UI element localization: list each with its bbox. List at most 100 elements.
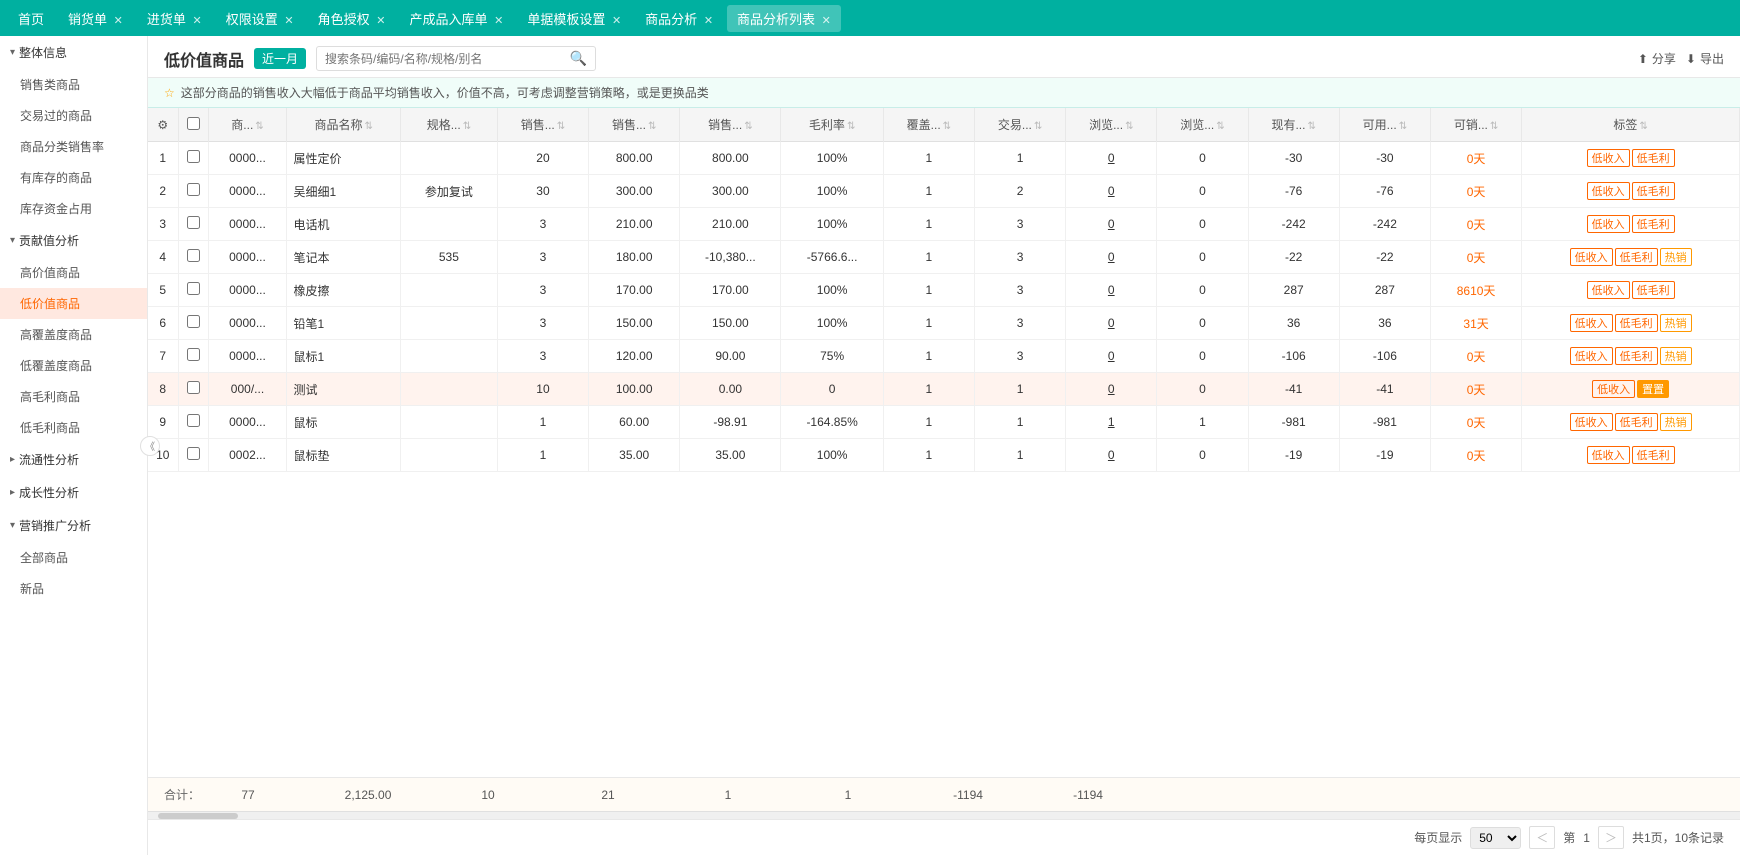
browse-link[interactable]: 0 bbox=[1108, 349, 1115, 363]
nav-warehouse[interactable]: 产成品入库单 ✕ bbox=[399, 5, 513, 32]
nav-close-warehouse[interactable]: ✕ bbox=[494, 15, 503, 27]
cell-browse1[interactable]: 0 bbox=[1066, 142, 1157, 175]
nav-sales[interactable]: 销货单 ✕ bbox=[58, 5, 133, 32]
nav-role[interactable]: 角色授权 ✕ bbox=[308, 5, 396, 32]
cell-checkbox[interactable] bbox=[178, 241, 208, 274]
search-icon[interactable]: 🔍 bbox=[570, 50, 587, 67]
cell-checkbox[interactable] bbox=[178, 142, 208, 175]
row-checkbox[interactable] bbox=[187, 183, 200, 196]
cell-browse1[interactable]: 0 bbox=[1066, 340, 1157, 373]
row-checkbox[interactable] bbox=[187, 216, 200, 229]
sidebar-item-high-margin[interactable]: 高毛利商品 bbox=[0, 381, 147, 412]
row-checkbox[interactable] bbox=[187, 150, 200, 163]
browse-link[interactable]: 0 bbox=[1108, 283, 1115, 297]
browse-link[interactable]: 0 bbox=[1108, 217, 1115, 231]
cell-browse1[interactable]: 0 bbox=[1066, 307, 1157, 340]
sidebar-collapse-button[interactable]: 《 bbox=[140, 436, 160, 456]
sidebar-item-low-margin[interactable]: 低毛利商品 bbox=[0, 412, 147, 443]
browse-link[interactable]: 0 bbox=[1108, 151, 1115, 165]
sidebar-group-marketing[interactable]: ▾ 营销推广分析 bbox=[0, 509, 147, 542]
nav-close-template[interactable]: ✕ bbox=[612, 15, 621, 27]
sidebar-item-stock-funds[interactable]: 库存资金占用 bbox=[0, 193, 147, 224]
nav-purchase[interactable]: 进货单 ✕ bbox=[137, 5, 212, 32]
sidebar-group-liquidity[interactable]: ▸ 流通性分析 bbox=[0, 443, 147, 476]
cell-checkbox[interactable] bbox=[178, 208, 208, 241]
sidebar-item-traded-goods[interactable]: 交易过的商品 bbox=[0, 100, 147, 131]
cell-browse1[interactable]: 0 bbox=[1066, 175, 1157, 208]
filter-recent-month-button[interactable]: 近一月 bbox=[254, 48, 306, 69]
sidebar-item-new-goods[interactable]: 新品 bbox=[0, 573, 147, 604]
nav-analysis[interactable]: 商品分析 ✕ bbox=[635, 5, 723, 32]
browse-link[interactable]: 0 bbox=[1108, 316, 1115, 330]
cell-trade: 2 bbox=[974, 175, 1065, 208]
sidebar-item-high-coverage[interactable]: 高覆盖度商品 bbox=[0, 319, 147, 350]
table-row: 2 0000... 吴细细1 参加复试 30 300.00 300.00 100… bbox=[148, 175, 1740, 208]
cell-browse1[interactable]: 0 bbox=[1066, 208, 1157, 241]
row-checkbox[interactable] bbox=[187, 348, 200, 361]
cell-spec bbox=[400, 142, 497, 175]
col-settings[interactable]: ⚙ bbox=[148, 108, 178, 142]
cell-browse1[interactable]: 0 bbox=[1066, 439, 1157, 472]
sidebar-item-sales-goods[interactable]: 销售类商品 bbox=[0, 69, 147, 100]
nav-close-sales[interactable]: ✕ bbox=[114, 15, 123, 27]
sidebar-group-overall[interactable]: ▾ 整体信息 bbox=[0, 36, 147, 69]
sidebar-group-contribution[interactable]: ▾ 贡献值分析 bbox=[0, 224, 147, 257]
nav-close-role[interactable]: ✕ bbox=[376, 15, 385, 27]
cell-stock: -41 bbox=[1248, 373, 1339, 406]
row-checkbox[interactable] bbox=[187, 447, 200, 460]
row-checkbox[interactable] bbox=[187, 414, 200, 427]
nav-close-analysis[interactable]: ✕ bbox=[704, 15, 713, 27]
scrollbar-area[interactable] bbox=[148, 811, 1740, 819]
row-checkbox[interactable] bbox=[187, 381, 200, 394]
nav-close-permission[interactable]: ✕ bbox=[284, 15, 293, 27]
prev-page-button[interactable]: ＜ bbox=[1529, 826, 1555, 849]
cell-browse1[interactable]: 0 bbox=[1066, 274, 1157, 307]
cell-avail: -106 bbox=[1339, 340, 1430, 373]
row-checkbox[interactable] bbox=[187, 282, 200, 295]
cell-checkbox[interactable] bbox=[178, 373, 208, 406]
cell-checkbox[interactable] bbox=[178, 175, 208, 208]
row-checkbox[interactable] bbox=[187, 249, 200, 262]
nav-close-analysis-list[interactable]: ✕ bbox=[822, 15, 831, 27]
cell-browse1[interactable]: 0 bbox=[1066, 241, 1157, 274]
tag-label: 低毛利 bbox=[1615, 314, 1658, 332]
cell-browse1[interactable]: 0 bbox=[1066, 373, 1157, 406]
export-button[interactable]: ⬇ 导出 bbox=[1686, 50, 1724, 67]
sidebar-item-all-goods[interactable]: 全部商品 bbox=[0, 542, 147, 573]
share-button[interactable]: ⬆ 分享 bbox=[1638, 50, 1676, 67]
row-checkbox[interactable] bbox=[187, 315, 200, 328]
search-input[interactable] bbox=[325, 52, 565, 66]
col-checkbox[interactable] bbox=[178, 108, 208, 142]
browse-link[interactable]: 0 bbox=[1108, 448, 1115, 462]
cell-checkbox[interactable] bbox=[178, 307, 208, 340]
nav-permission[interactable]: 权限设置 ✕ bbox=[216, 5, 304, 32]
sidebar-item-category-rate[interactable]: 商品分类销售率 bbox=[0, 131, 147, 162]
cell-checkbox[interactable] bbox=[178, 406, 208, 439]
cell-s3: 90.00 bbox=[680, 340, 781, 373]
browse-link[interactable]: 1 bbox=[1108, 415, 1115, 429]
browse-link[interactable]: 0 bbox=[1108, 382, 1115, 396]
page-size-select[interactable]: 50 100 200 bbox=[1470, 827, 1521, 849]
sidebar-item-low-value[interactable]: 低价值商品 bbox=[0, 288, 147, 319]
select-all-checkbox[interactable] bbox=[187, 117, 200, 130]
sidebar-group-growth[interactable]: ▸ 成长性分析 bbox=[0, 476, 147, 509]
nav-home[interactable]: 首页 bbox=[8, 5, 54, 32]
sidebar-item-stock-goods[interactable]: 有库存的商品 bbox=[0, 162, 147, 193]
browse-link[interactable]: 0 bbox=[1108, 250, 1115, 264]
nav-analysis-list[interactable]: 商品分析列表 ✕ bbox=[727, 5, 841, 32]
cell-checkbox[interactable] bbox=[178, 274, 208, 307]
nav-close-purchase[interactable]: ✕ bbox=[193, 15, 202, 27]
cell-browse1[interactable]: 1 bbox=[1066, 406, 1157, 439]
nav-template[interactable]: 单据模板设置 ✕ bbox=[517, 5, 631, 32]
cell-s1: 10 bbox=[497, 373, 588, 406]
sidebar-item-high-value[interactable]: 高价值商品 bbox=[0, 257, 147, 288]
next-page-button[interactable]: ＞ bbox=[1598, 826, 1624, 849]
cell-checkbox[interactable] bbox=[178, 439, 208, 472]
browse-link[interactable]: 0 bbox=[1108, 184, 1115, 198]
sidebar-item-low-coverage[interactable]: 低覆盖度商品 bbox=[0, 350, 147, 381]
cell-name: 鼠标垫 bbox=[287, 439, 400, 472]
arrow-icon-5: ▾ bbox=[10, 520, 15, 531]
cell-stock: -22 bbox=[1248, 241, 1339, 274]
cell-checkbox[interactable] bbox=[178, 340, 208, 373]
cell-num: 6 bbox=[148, 307, 178, 340]
